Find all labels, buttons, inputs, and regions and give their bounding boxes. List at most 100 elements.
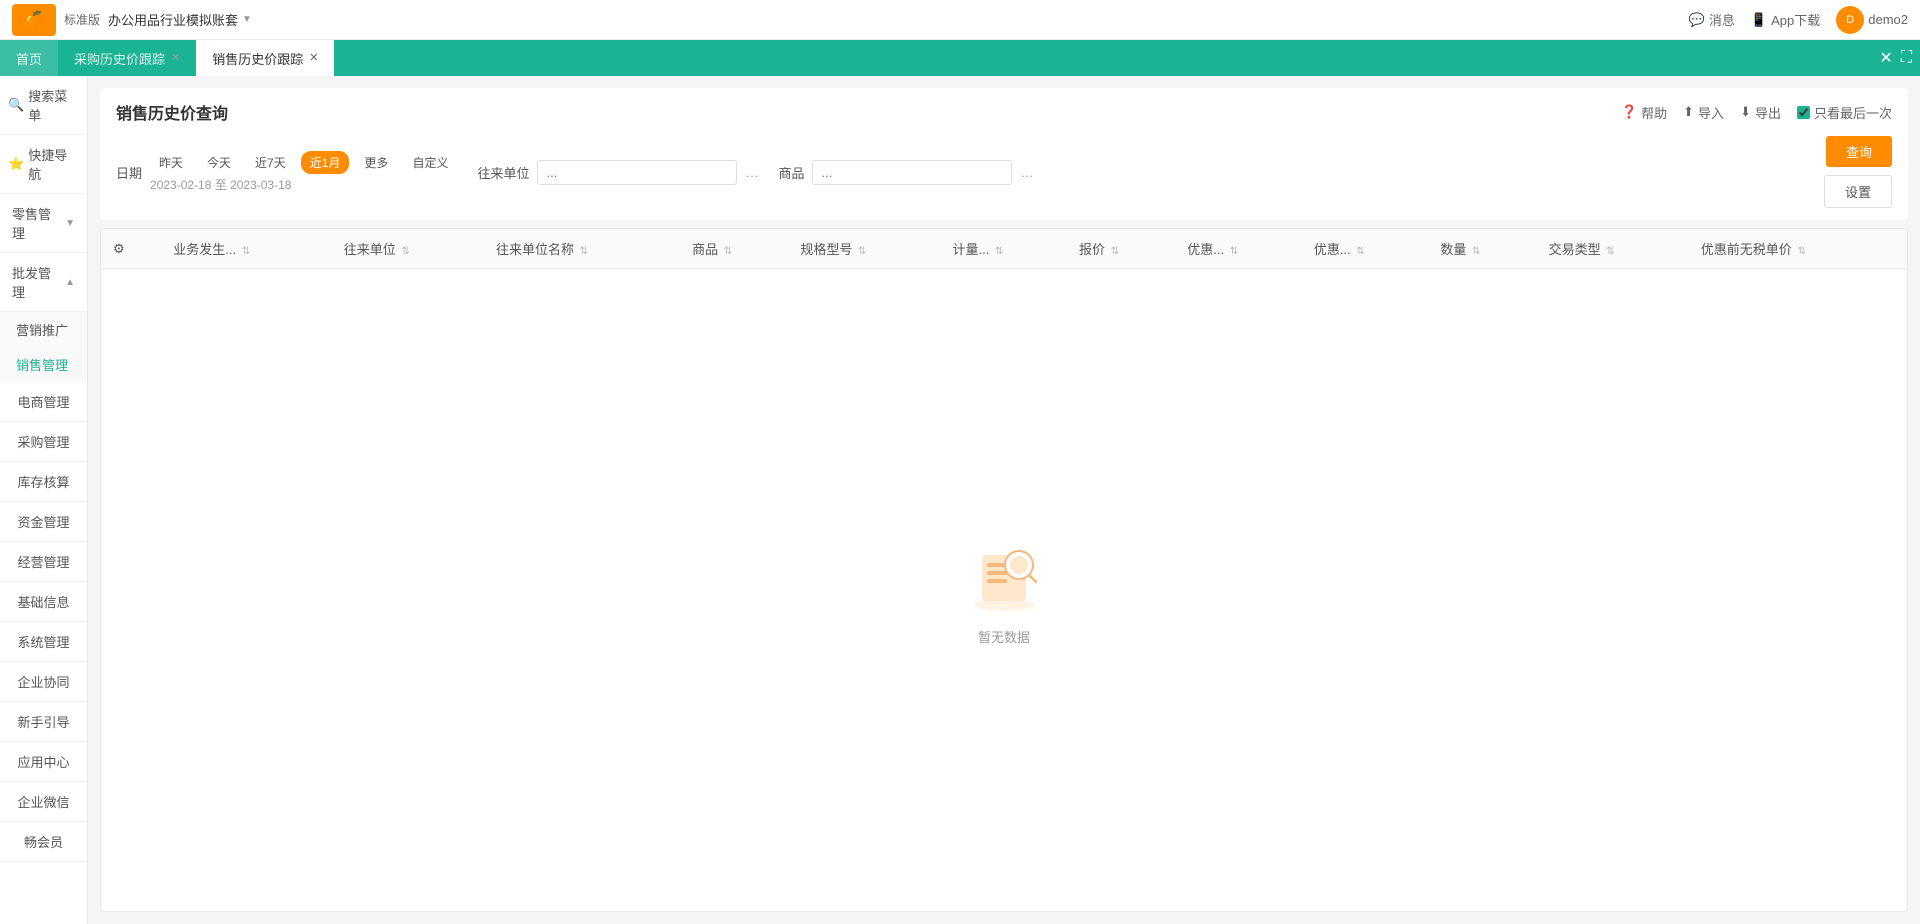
th-partner-name[interactable]: 往来单位名称 ⇅: [484, 229, 680, 269]
sidebar-item-ecommerce[interactable]: 电商管理: [0, 382, 87, 422]
sidebar-item-guide[interactable]: 新手引导: [0, 702, 87, 742]
table-container: ⚙ 业务发生... ⇅ 往来单位 ⇅ 往来单位名称 ⇅: [100, 228, 1908, 912]
goods-input[interactable]: [812, 160, 1012, 185]
sidebar-item-basic[interactable]: 基础信息: [0, 582, 87, 622]
only-last-checkbox-container[interactable]: 只看最后一次: [1797, 103, 1892, 122]
th-unit[interactable]: 计量... ⇅: [941, 229, 1068, 269]
app-download-button[interactable]: 📱 App下载: [1751, 10, 1820, 29]
tab-home[interactable]: 首页: [0, 40, 58, 76]
date-btn-custom[interactable]: 自定义: [403, 151, 457, 174]
query-panel-actions: ❓ 帮助 ⬆ 导入 ⬇ 导出 只看最后一次: [1621, 103, 1892, 122]
tab-home-label: 首页: [16, 49, 42, 68]
date-filter-group: 昨天 今天 近7天 近1月 更多 自定义 2023-02-18 至 2023-0…: [150, 151, 457, 193]
tab-sales-close-icon[interactable]: ✕: [309, 53, 318, 64]
sidebar-finance-label: 资金管理: [17, 512, 69, 531]
sidebar-item-system[interactable]: 系统管理: [0, 622, 87, 662]
sidebar-item-quicknav[interactable]: ⭐ 快捷导航: [0, 135, 87, 194]
date-btn-1month[interactable]: 近1月: [301, 151, 350, 174]
partner-input[interactable]: [537, 160, 737, 185]
sidebar-marketing-label: 营销推广: [16, 323, 68, 338]
page-title: 销售历史价查询: [116, 100, 228, 124]
th-discount1[interactable]: 优惠... ⇅: [1175, 229, 1302, 269]
brand-icon: 🍊: [24, 10, 44, 30]
workspace-name: 办公用品行业模拟账套: [108, 10, 238, 29]
sidebar-item-sales-mgmt[interactable]: 销售管理: [0, 347, 87, 382]
main-layout: 🔍 搜索菜单 ⭐ 快捷导航 零售管理 ▼ 批发管理 ▲ 营销推广 销售管理 电商…: [0, 76, 1920, 924]
th-spec[interactable]: 规格型号 ⇅: [788, 229, 940, 269]
tab-maximize-icon[interactable]: ⛶: [1901, 49, 1912, 67]
content-area: 销售历史价查询 ❓ 帮助 ⬆ 导入 ⬇ 导出: [88, 76, 1920, 924]
only-last-checkbox[interactable]: [1797, 106, 1810, 119]
help-button[interactable]: ❓ 帮助: [1621, 103, 1667, 122]
wholesale-arrow-icon: ▲: [65, 277, 75, 288]
workspace-chevron-icon: ▼: [242, 14, 252, 25]
sort-icon-discount1: ⇅: [1230, 246, 1238, 257]
sidebar-item-inventory[interactable]: 库存核算: [0, 462, 87, 502]
avatar: D: [1836, 6, 1864, 34]
sort-icon-partner-code: ⇅: [401, 246, 409, 257]
top-bar-right: 💬 消息 📱 App下载 D demo2: [1689, 6, 1908, 34]
empty-text: 暂无数据: [978, 627, 1030, 646]
sidebar-quicknav-label: 快捷导航: [28, 145, 79, 183]
tab-close-all-icon[interactable]: ✕: [1879, 48, 1892, 68]
date-btn-more[interactable]: 更多: [355, 151, 397, 174]
sidebar-item-member[interactable]: 畅会员: [0, 822, 87, 862]
workspace-selector[interactable]: 办公用品行业模拟账套 ▼: [108, 10, 252, 29]
date-btn-today[interactable]: 今天: [198, 151, 240, 174]
sidebar-item-operations[interactable]: 经营管理: [0, 542, 87, 582]
th-partner-code[interactable]: 往来单位 ⇅: [332, 229, 484, 269]
th-gear[interactable]: ⚙: [101, 229, 161, 269]
sort-icon-partner-name: ⇅: [580, 246, 588, 257]
partner-dots-icon[interactable]: …: [745, 165, 758, 180]
th-trade-type[interactable]: 交易类型 ⇅: [1537, 229, 1689, 269]
query-button[interactable]: 查询: [1826, 136, 1892, 167]
message-icon: 💬: [1689, 12, 1705, 28]
date-filter-field: 日期 昨天 今天 近7天 近1月 更多 自定义 2023-02-18 至 202…: [116, 151, 457, 193]
date-range-display: 2023-02-18 至 2023-03-18: [150, 176, 457, 193]
sidebar-member-label: 畅会员: [24, 832, 63, 851]
th-discount2[interactable]: 优惠... ⇅: [1302, 229, 1429, 269]
search-icon: 🔍: [8, 97, 24, 113]
th-goods[interactable]: 商品 ⇅: [680, 229, 788, 269]
tab-spacer: [334, 40, 1871, 76]
message-button[interactable]: 💬 消息: [1689, 10, 1735, 29]
date-buttons: 昨天 今天 近7天 近1月 更多 自定义: [150, 151, 457, 174]
th-quoted-price[interactable]: 报价 ⇅: [1067, 229, 1175, 269]
th-qty[interactable]: 数量 ⇅: [1428, 229, 1536, 269]
sidebar-item-purchase[interactable]: 采购管理: [0, 422, 87, 462]
help-icon: ❓: [1621, 104, 1637, 120]
sidebar-item-wechat[interactable]: 企业微信: [0, 782, 87, 822]
sort-icon-qty: ⇅: [1472, 246, 1480, 257]
sort-icon-unit: ⇅: [995, 246, 1003, 257]
sidebar-item-retail[interactable]: 零售管理 ▼: [0, 194, 87, 253]
goods-filter-field: 商品 …: [778, 160, 1033, 185]
settings-button[interactable]: 设置: [1824, 175, 1892, 208]
brand-label: 标准版: [64, 11, 100, 28]
tab-sales-label: 销售历史价跟踪: [212, 49, 303, 68]
date-btn-yesterday[interactable]: 昨天: [150, 151, 192, 174]
tab-purchase-close-icon[interactable]: ✕: [171, 53, 180, 64]
goods-dots-icon[interactable]: …: [1020, 165, 1033, 180]
sidebar-item-apps[interactable]: 应用中心: [0, 742, 87, 782]
th-date[interactable]: 业务发生... ⇅: [161, 229, 331, 269]
import-button[interactable]: ⬆ 导入: [1683, 103, 1724, 122]
export-button[interactable]: ⬇ 导出: [1740, 103, 1781, 122]
sidebar-retail-label: 零售管理: [12, 204, 61, 242]
sort-icon-date: ⇅: [242, 246, 250, 257]
sidebar-item-enterprise[interactable]: 企业协同: [0, 662, 87, 702]
sidebar-item-search[interactable]: 🔍 搜索菜单: [0, 76, 87, 135]
date-label: 日期: [116, 163, 142, 182]
query-panel: 销售历史价查询 ❓ 帮助 ⬆ 导入 ⬇ 导出: [100, 88, 1908, 220]
data-table: ⚙ 业务发生... ⇅ 往来单位 ⇅ 往来单位名称 ⇅: [101, 229, 1907, 269]
tab-purchase[interactable]: 采购历史价跟踪 ✕: [58, 40, 196, 76]
sidebar-item-wholesale[interactable]: 批发管理 ▲: [0, 253, 87, 312]
user-avatar-button[interactable]: D demo2: [1836, 6, 1908, 34]
sidebar-item-marketing[interactable]: 营销推广: [0, 312, 87, 347]
tab-sales[interactable]: 销售历史价跟踪 ✕: [196, 40, 334, 76]
sidebar-item-finance[interactable]: 资金管理: [0, 502, 87, 542]
sidebar-system-label: 系统管理: [17, 632, 69, 651]
sort-icon-goods: ⇅: [724, 246, 732, 257]
sidebar-search-label: 搜索菜单: [28, 86, 79, 124]
th-pre-tax[interactable]: 优惠前无税单价 ⇅: [1689, 229, 1907, 269]
date-btn-7days[interactable]: 近7天: [246, 151, 295, 174]
